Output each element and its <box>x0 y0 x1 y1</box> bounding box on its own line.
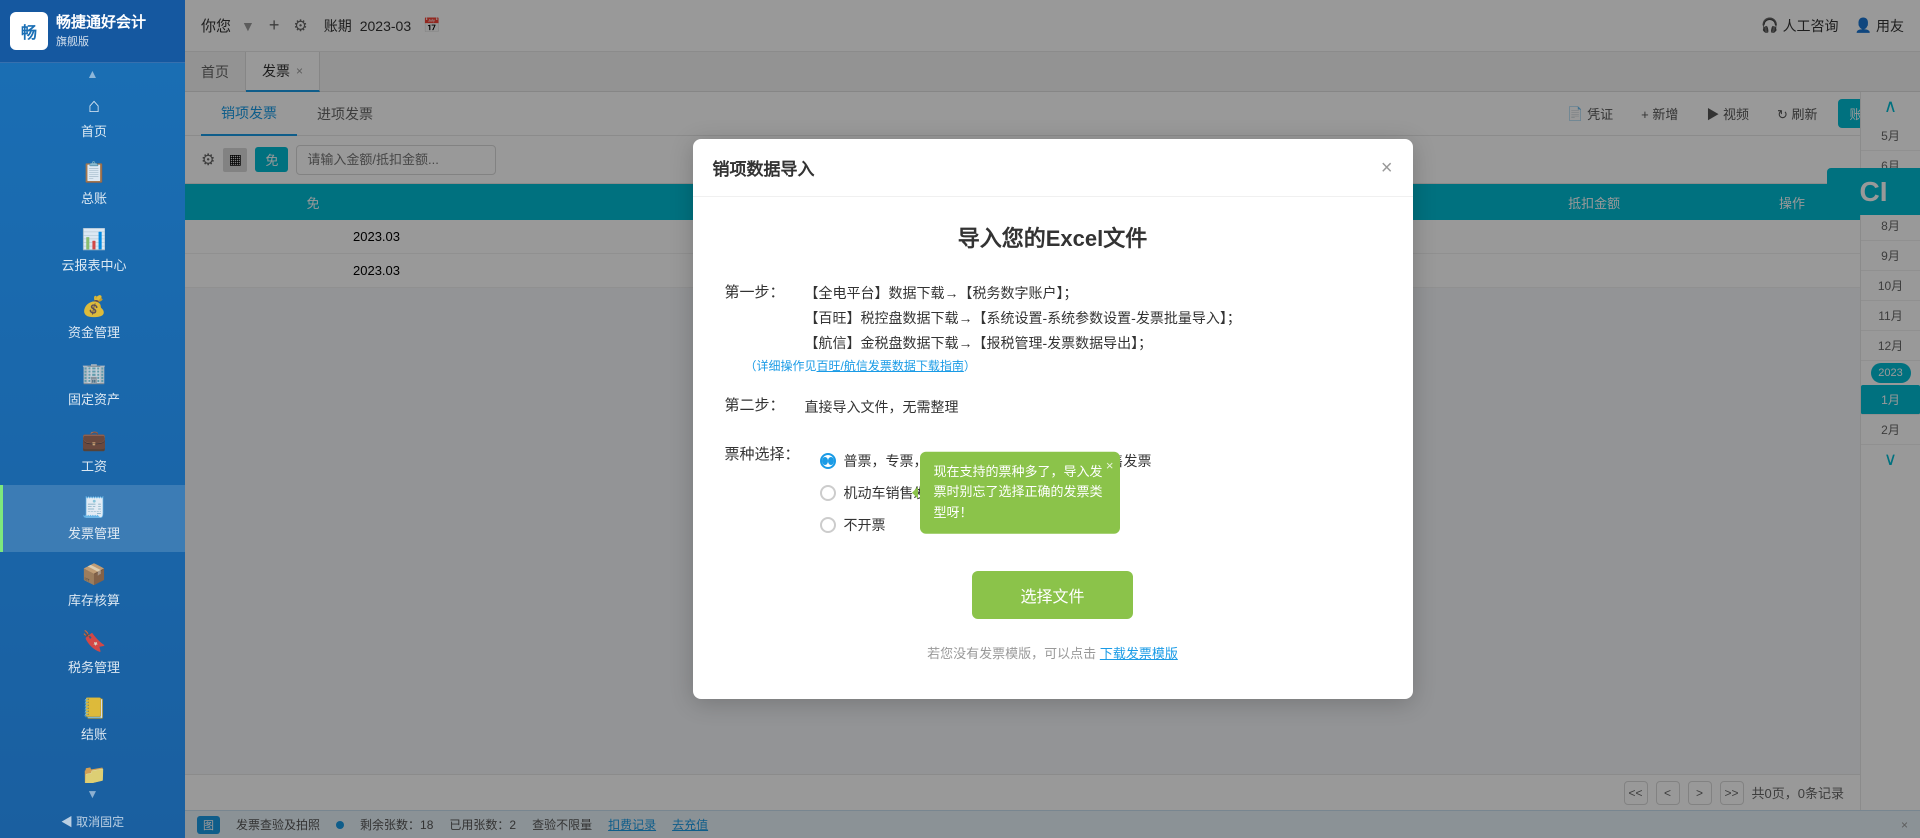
assets-icon: 🏢 <box>82 361 107 386</box>
archive-icon: 📁 <box>82 763 107 783</box>
sidebar-item-assets[interactable]: 🏢 固定资产 <box>0 351 185 418</box>
ticket-section: 票种选择： 普票，专票，卷票，通行费发票，农产品销售发票 机动车销售发票 <box>725 443 1381 547</box>
step2-label: 第二步： <box>725 394 785 415</box>
sidebar-item-reports-label: 云报表中心 <box>61 255 126 274</box>
radio-label-3: 不开票 <box>844 515 886 535</box>
tooltip-text: 现在支持的票种多了，导入发票时别忘了选择正确的发票类型呀！ <box>934 463 1103 520</box>
sidebar-item-home[interactable]: ⌂ 首页 <box>0 85 185 150</box>
sidebar-item-ledger-label: 总账 <box>81 188 107 207</box>
sidebar-item-ledger[interactable]: 📋 总账 <box>0 150 185 217</box>
sidebar-item-payroll-label: 工资 <box>81 456 107 475</box>
step1-line2: 【百旺】税控盘数据下载→【系统设置-系统参数设置-发票批量导入】； <box>805 306 1241 331</box>
logo-icon: 畅 <box>10 12 48 50</box>
step1-content: 【全电平台】数据下载→【税务数字账户】； 【百旺】税控盘数据下载→【系统设置-系… <box>805 281 1241 357</box>
funds-icon: 💰 <box>82 294 107 319</box>
radio-group: 普票，专票，卷票，通行费发票，农产品销售发票 机动车销售发票 × <box>820 451 1152 547</box>
download-template-link[interactable]: 下载发票模版 <box>1100 646 1178 661</box>
sidebar-unpin[interactable]: ◀ 取消固定 <box>0 805 185 838</box>
step1-guide-link[interactable]: 百旺/航信发票数据下载指南 <box>817 359 964 373</box>
footer-text: 若您没有发票模版，可以点击 <box>927 646 1096 661</box>
select-file-button[interactable]: 选择文件 <box>972 571 1132 619</box>
step1-note: （详细操作见百旺/航信发票数据下载指南） <box>745 357 1381 374</box>
radio-circle-3 <box>820 517 836 533</box>
step1-label: 第一步： <box>725 281 785 349</box>
settle-icon: 📒 <box>82 696 107 721</box>
sidebar-item-invoice-label: 发票管理 <box>68 523 120 542</box>
sidebar-item-reports[interactable]: 📊 云报表中心 <box>0 217 185 284</box>
logo-sub: 旗舰版 <box>56 33 146 49</box>
sidebar-item-payroll[interactable]: 💼 工资 <box>0 418 185 485</box>
sidebar: 畅 畅捷通好会计 旗舰版 ▲ ⌂ 首页 📋 总账 📊 云报表中心 💰 资金管理 … <box>0 0 185 838</box>
modal-title: 销项数据导入 <box>713 155 815 180</box>
tooltip-bubble: × 现在支持的票种多了，导入发票时别忘了选择正确的发票类型呀！ <box>920 451 1120 533</box>
sidebar-scroll-down[interactable]: ▼ <box>0 783 185 805</box>
step2-section: 第二步： 直接导入文件，无需整理 <box>725 394 1381 423</box>
home-icon: ⌂ <box>88 95 100 118</box>
sidebar-scroll-up[interactable]: ▲ <box>0 63 185 85</box>
sidebar-nav: ⌂ 首页 📋 总账 📊 云报表中心 💰 资金管理 🏢 固定资产 💼 工资 🧾 发… <box>0 85 185 783</box>
modal-header: 销项数据导入 × <box>693 139 1413 197</box>
step1-line3: 【航信】金税盘数据下载→【报税管理-发票数据导出】； <box>805 331 1241 356</box>
modal-footer: 若您没有发票模版，可以点击 下载发票模版 <box>725 643 1381 662</box>
modal-import: 销项数据导入 × 导入您的Excel文件 第一步： 【全电平台】数据下载→【税务… <box>693 139 1413 699</box>
radio-circle-2 <box>820 485 836 501</box>
invoice-icon: 🧾 <box>82 495 107 520</box>
sidebar-item-home-label: 首页 <box>81 121 107 140</box>
modal-body: 导入您的Excel文件 第一步： 【全电平台】数据下载→【税务数字账户】； 【百… <box>693 197 1413 686</box>
sidebar-item-inventory[interactable]: 📦 库存核算 <box>0 552 185 619</box>
tooltip-close-button[interactable]: × <box>1106 455 1114 476</box>
payroll-icon: 💼 <box>82 428 107 453</box>
step2-content: 直接导入文件，无需整理 <box>805 395 959 420</box>
sidebar-item-settle[interactable]: 📒 结账 <box>0 686 185 753</box>
sidebar-logo: 畅 畅捷通好会计 旗舰版 <box>0 0 185 63</box>
radio-option-2[interactable]: 机动车销售发票 × 现在支持的票种多了，导入发票时别忘了选择正确的发票类型呀！ <box>820 483 1152 503</box>
step1-note-end: ） <box>964 359 976 373</box>
step1-section: 第一步： 【全电平台】数据下载→【税务数字账户】； 【百旺】税控盘数据下载→【系… <box>725 281 1381 374</box>
radio-circle-1 <box>820 453 836 469</box>
tax-icon: 🔖 <box>82 629 107 654</box>
reports-icon: 📊 <box>82 227 107 252</box>
sidebar-item-tax[interactable]: 🔖 税务管理 <box>0 619 185 686</box>
sidebar-item-funds-label: 资金管理 <box>68 322 120 341</box>
sidebar-item-tax-label: 税务管理 <box>68 657 120 676</box>
sidebar-item-settle-label: 结账 <box>81 724 107 743</box>
radio-dot-1 <box>822 457 828 465</box>
sidebar-item-funds[interactable]: 💰 资金管理 <box>0 284 185 351</box>
sidebar-item-inventory-label: 库存核算 <box>68 590 120 609</box>
modal-close-button[interactable]: × <box>1381 158 1393 178</box>
sidebar-item-assets-label: 固定资产 <box>68 389 120 408</box>
ledger-icon: 📋 <box>82 160 107 185</box>
step1-line1: 【全电平台】数据下载→【税务数字账户】； <box>805 281 1241 306</box>
modal-overlay[interactable]: 销项数据导入 × 导入您的Excel文件 第一步： 【全电平台】数据下载→【税务… <box>185 0 1920 838</box>
step1-note-text: （详细操作见 <box>745 359 817 373</box>
modal-main-title: 导入您的Excel文件 <box>725 221 1381 253</box>
sidebar-item-archive[interactable]: 📁 归档管理 <box>0 753 185 783</box>
sidebar-item-invoice[interactable]: 🧾 发票管理 <box>0 485 185 552</box>
logo-name: 畅捷通好会计 <box>56 13 146 33</box>
ticket-label: 票种选择： <box>725 443 800 464</box>
inventory-icon: 📦 <box>82 562 107 587</box>
